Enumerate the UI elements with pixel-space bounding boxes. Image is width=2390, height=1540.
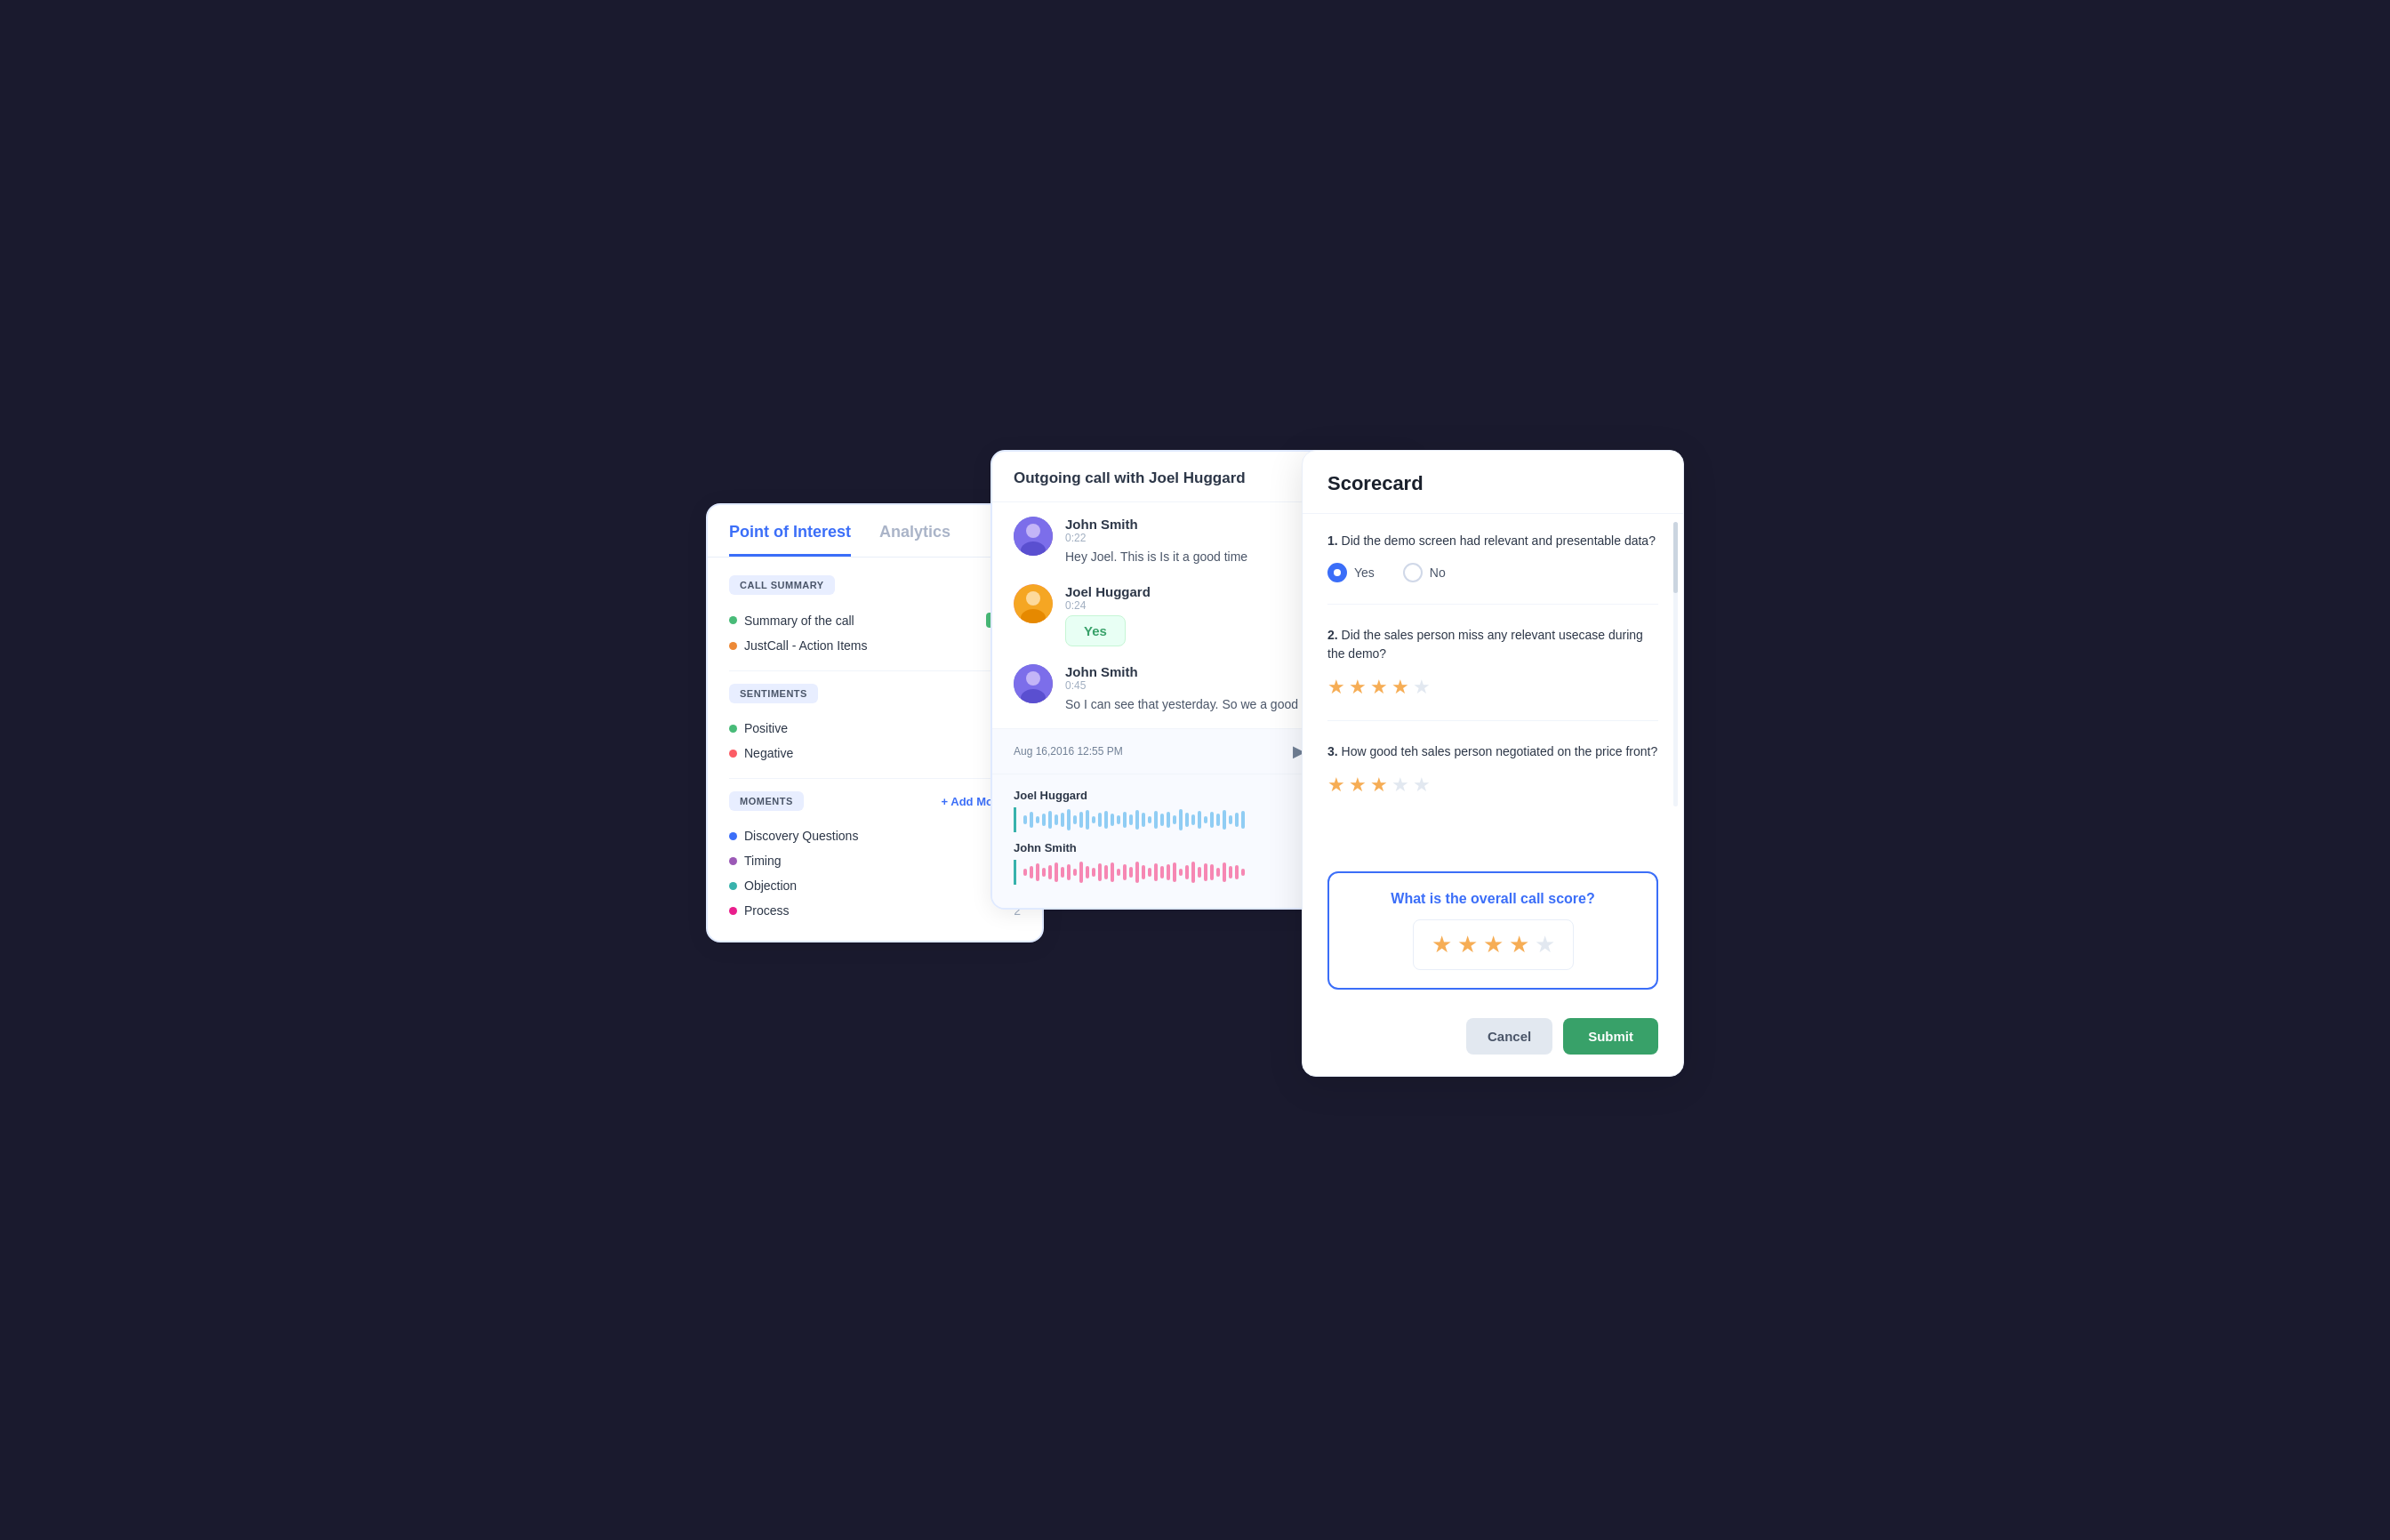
star-2-4[interactable]: ★ bbox=[1391, 676, 1409, 699]
objection-label: Objection bbox=[744, 878, 797, 893]
scrollbar-track[interactable] bbox=[1673, 522, 1678, 806]
star-rating-3[interactable]: ★ ★ ★ ★ ★ bbox=[1327, 774, 1658, 797]
overall-label: What is the overall call score? bbox=[1351, 891, 1635, 907]
dot-orange-action bbox=[729, 642, 737, 650]
positive-label: Positive bbox=[744, 721, 788, 735]
svg-point-1 bbox=[1026, 524, 1040, 538]
question-3-text: 3. How good teh sales person negotiated … bbox=[1327, 742, 1658, 761]
radio-yes-label: Yes bbox=[1354, 565, 1375, 580]
radio-no-label: No bbox=[1430, 565, 1446, 580]
avatar-john-2 bbox=[1014, 664, 1053, 703]
overall-star-3[interactable]: ★ bbox=[1483, 931, 1504, 958]
overall-stars[interactable]: ★ ★ ★ ★ ★ bbox=[1413, 919, 1574, 970]
radio-yes-circle[interactable] bbox=[1327, 563, 1347, 582]
submit-button[interactable]: Submit bbox=[1563, 1018, 1658, 1055]
dot-purple-timing bbox=[729, 857, 737, 865]
star-2-5[interactable]: ★ bbox=[1413, 676, 1431, 699]
scorecard-title: Scorecard bbox=[1303, 451, 1683, 514]
star-3-1[interactable]: ★ bbox=[1327, 774, 1345, 797]
tab-point-of-interest[interactable]: Point of Interest bbox=[729, 523, 851, 557]
star-2-1[interactable]: ★ bbox=[1327, 676, 1345, 699]
sentiments-badge: SENTIMENTS bbox=[729, 684, 818, 703]
overall-star-5[interactable]: ★ bbox=[1535, 931, 1555, 958]
yes-badge: Yes bbox=[1065, 615, 1126, 646]
list-item-timing: Timing 2 bbox=[729, 848, 1021, 873]
svg-point-7 bbox=[1026, 671, 1040, 686]
star-rating-2[interactable]: ★ ★ ★ ★ ★ bbox=[1327, 676, 1658, 699]
moments-badge: MOMENTS bbox=[729, 791, 804, 811]
scorecard-footer: Cancel Submit bbox=[1303, 1004, 1683, 1076]
star-2-3[interactable]: ★ bbox=[1370, 676, 1388, 699]
scorecard-body: 1. Did the demo screen had relevant and … bbox=[1303, 514, 1683, 857]
dot-green-positive bbox=[729, 725, 737, 733]
star-3-5[interactable]: ★ bbox=[1413, 774, 1431, 797]
star-3-4[interactable]: ★ bbox=[1391, 774, 1409, 797]
list-item-negative: Negative 19 bbox=[729, 741, 1021, 766]
star-3-3[interactable]: ★ bbox=[1370, 774, 1388, 797]
list-item-process: Process 2 bbox=[729, 898, 1021, 923]
process-label: Process bbox=[744, 903, 790, 918]
list-item-discovery: Discovery Questions 3 bbox=[729, 823, 1021, 848]
radio-no-circle[interactable] bbox=[1403, 563, 1423, 582]
radio-yes[interactable]: Yes bbox=[1327, 563, 1375, 582]
avatar-john-1 bbox=[1014, 517, 1053, 556]
action-label: JustCall - Action Items bbox=[744, 638, 868, 653]
dot-teal-objection bbox=[729, 882, 737, 890]
list-item-positive: Positive 18 bbox=[729, 716, 1021, 741]
question-1: 1. Did the demo screen had relevant and … bbox=[1327, 532, 1658, 605]
overall-score-box: What is the overall call score? ★ ★ ★ ★ … bbox=[1327, 871, 1658, 990]
summary-label: Summary of the call bbox=[744, 614, 854, 628]
negative-label: Negative bbox=[744, 746, 793, 760]
star-2-2[interactable]: ★ bbox=[1349, 676, 1367, 699]
dot-blue-discovery bbox=[729, 832, 737, 840]
scrollbar-thumb[interactable] bbox=[1673, 522, 1678, 593]
dot-pink-process bbox=[729, 907, 737, 915]
radio-no[interactable]: No bbox=[1403, 563, 1446, 582]
scorecard-panel: Scorecard 1. Did the demo screen had rel… bbox=[1302, 450, 1684, 1077]
dot-red-negative bbox=[729, 750, 737, 758]
radio-group-1: Yes No bbox=[1327, 563, 1658, 582]
overall-star-4[interactable]: ★ bbox=[1509, 931, 1529, 958]
audio-timestamp: Aug 16,2016 12:55 PM bbox=[1014, 745, 1123, 758]
radio-yes-inner bbox=[1334, 569, 1341, 576]
overall-star-2[interactable]: ★ bbox=[1457, 931, 1478, 958]
overall-star-1[interactable]: ★ bbox=[1432, 931, 1452, 958]
question-3: 3. How good teh sales person negotiated … bbox=[1327, 742, 1658, 818]
discovery-label: Discovery Questions bbox=[744, 829, 858, 843]
tab-analytics[interactable]: Analytics bbox=[879, 523, 950, 557]
list-item-summary: Summary of the call NEW bbox=[729, 607, 1021, 633]
question-2: 2. Did the sales person miss any relevan… bbox=[1327, 626, 1658, 721]
list-item-objection: Objection 4 bbox=[729, 873, 1021, 898]
star-3-2[interactable]: ★ bbox=[1349, 774, 1367, 797]
timing-label: Timing bbox=[744, 854, 782, 868]
cancel-button[interactable]: Cancel bbox=[1466, 1018, 1552, 1055]
dot-green-summary bbox=[729, 616, 737, 624]
list-item-action: JustCall - Action Items 9 bbox=[729, 633, 1021, 658]
call-summary-badge: CALL SUMMARY bbox=[729, 575, 835, 595]
question-1-text: 1. Did the demo screen had relevant and … bbox=[1327, 532, 1658, 550]
svg-point-4 bbox=[1026, 591, 1040, 606]
question-2-text: 2. Did the sales person miss any relevan… bbox=[1327, 626, 1658, 663]
avatar-joel bbox=[1014, 584, 1053, 623]
